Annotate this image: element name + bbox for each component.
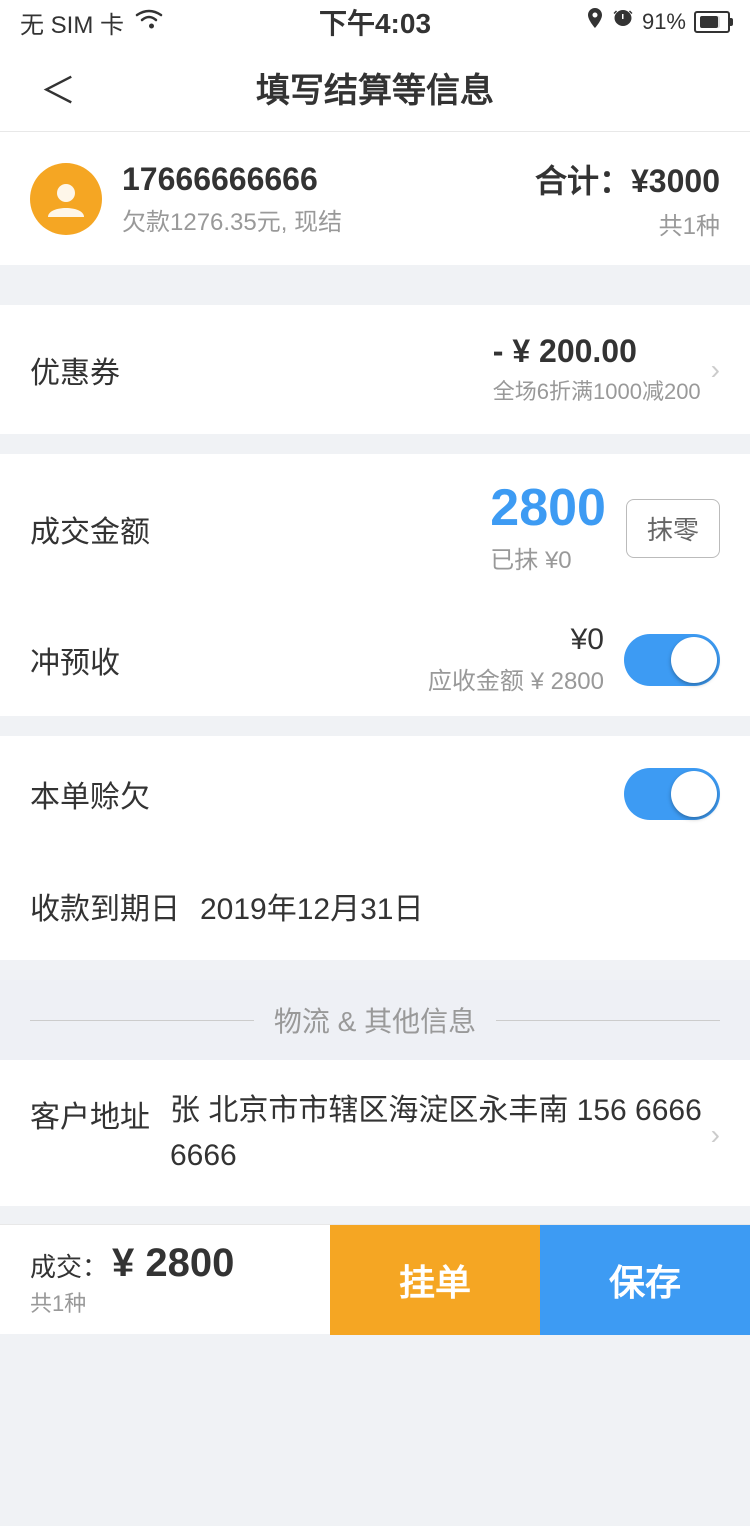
amount-right: 2800 已抹 ¥0 抹零 [490, 482, 720, 575]
divider-1 [0, 285, 750, 305]
prepay-toggle[interactable] [624, 634, 720, 686]
prepay-info: ¥0 应收金额 ¥ 2800 [428, 623, 604, 696]
address-label: 客户地址 [30, 1092, 150, 1136]
divider-4 [0, 960, 750, 980]
debt-label: 本单赊欠 [30, 772, 150, 816]
coupon-row[interactable]: 优惠券 - ¥ 200.00 全场6折满1000减200 › [0, 305, 750, 434]
status-bar: 无 SIM 卡 下午4:03 91% [0, 0, 750, 44]
prepay-sub: 应收金额 ¥ 2800 [428, 661, 604, 696]
wifi-icon [134, 8, 164, 37]
amount-value: 2800 [490, 482, 606, 534]
coupon-right: - ¥ 200.00 全场6折满1000减200 › [493, 333, 720, 406]
coupon-desc: 全场6折满1000减200 [493, 374, 701, 406]
divider-2 [0, 434, 750, 454]
coupon-info: - ¥ 200.00 全场6折满1000减200 [493, 333, 701, 406]
coupon-label: 优惠券 [30, 348, 120, 392]
bottom-summary: 成交： ¥ 2800 共1种 [0, 1241, 330, 1318]
duedate-row: 收款到期日 2019年12月31日 [0, 852, 750, 960]
total-count: 共1种 [535, 206, 720, 241]
page-title: 填写结算等信息 [256, 63, 494, 112]
logistics-text: 物流 & 其他信息 [274, 1000, 476, 1040]
customer-info: 17666666666 欠款1276.35元, 现结 [122, 161, 342, 237]
bottom-summary-amount: ¥ 2800 [112, 1241, 234, 1286]
debt-row: 本单赊欠 [0, 736, 750, 852]
nav-bar: ＜ 填写结算等信息 [0, 44, 750, 132]
divider-3 [0, 716, 750, 736]
customer-left: 17666666666 欠款1276.35元, 现结 [30, 161, 342, 237]
back-button[interactable]: ＜ [30, 52, 86, 124]
customer-phone: 17666666666 [122, 161, 342, 198]
address-row[interactable]: 客户地址 张 北京市市辖区海淀区永丰南 156 6666 6666 › [0, 1060, 750, 1206]
status-left: 无 SIM 卡 [20, 5, 164, 40]
customer-card: 17666666666 欠款1276.35元, 现结 合计：¥3000 共1种 [0, 132, 750, 265]
duedate-value: 2019年12月31日 [200, 884, 423, 928]
prepay-right: ¥0 应收金额 ¥ 2800 [428, 623, 720, 696]
battery-level: 91% [642, 9, 686, 35]
coupon-discount: - ¥ 200.00 [493, 333, 701, 370]
amount-sub: 已抹 ¥0 [490, 540, 606, 575]
amount-info: 2800 已抹 ¥0 [490, 482, 606, 575]
hang-button[interactable]: 挂单 [330, 1225, 540, 1335]
prepay-value: ¥0 [428, 623, 604, 657]
toggle-knob [671, 637, 717, 683]
debt-toggle[interactable] [624, 768, 720, 820]
save-button[interactable]: 保存 [540, 1225, 750, 1335]
address-chevron-icon: › [711, 1119, 720, 1151]
round-button[interactable]: 抹零 [626, 499, 720, 558]
coupon-chevron-icon: › [711, 354, 720, 386]
total-amount: 合计：¥3000 [535, 156, 720, 202]
battery-icon [694, 11, 730, 33]
amount-label: 成交金额 [30, 507, 150, 551]
address-value: 张 北京市市辖区海淀区永丰南 156 6666 6666 [170, 1088, 711, 1178]
location-icon [586, 8, 604, 36]
duedate-label: 收款到期日 [30, 884, 180, 928]
customer-right: 合计：¥3000 共1种 [535, 156, 720, 241]
prepay-label: 冲预收 [30, 638, 120, 682]
logistics-divider: 物流 & 其他信息 [0, 980, 750, 1060]
avatar [30, 163, 102, 235]
bottom-summary-label: 成交： [30, 1247, 108, 1284]
debt-toggle-knob [671, 771, 717, 817]
alarm-icon [612, 8, 634, 36]
bottom-summary-count: 共1种 [30, 1286, 300, 1318]
no-sim-text: 无 SIM 卡 [20, 5, 124, 40]
logistics-line-left [30, 1020, 254, 1021]
bottom-summary-row: 成交： ¥ 2800 [30, 1241, 300, 1286]
customer-sub: 欠款1276.35元, 现结 [122, 202, 342, 237]
prepay-row: 冲预收 ¥0 应收金额 ¥ 2800 [0, 603, 750, 716]
status-time: 下午4:03 [319, 2, 431, 42]
amount-row: 成交金额 2800 已抹 ¥0 抹零 [0, 454, 750, 603]
bottom-bar: 成交： ¥ 2800 共1种 挂单 保存 [0, 1224, 750, 1334]
logistics-line-right [496, 1020, 720, 1021]
status-right: 91% [586, 8, 730, 36]
